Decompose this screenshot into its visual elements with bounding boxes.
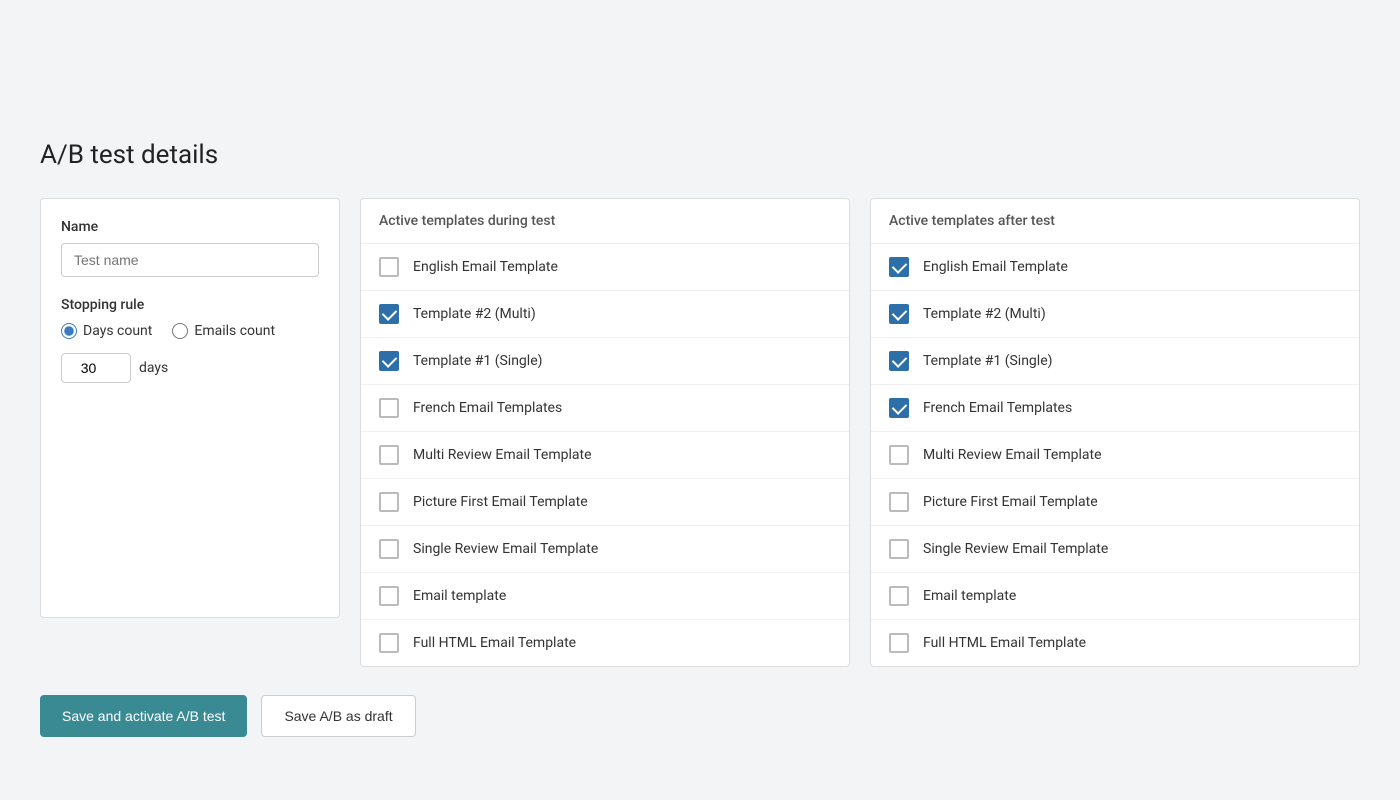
template-checkbox[interactable]: [379, 398, 399, 418]
template-item[interactable]: Picture First Email Template: [871, 479, 1359, 526]
template-checkbox[interactable]: [889, 539, 909, 559]
template-item[interactable]: Single Review Email Template: [361, 526, 849, 573]
buttons-row: Save and activate A/B test Save A/B as d…: [40, 695, 1360, 737]
template-checkbox[interactable]: [379, 351, 399, 371]
stopping-rule-section: Stopping rule Days count Emails count da…: [61, 297, 319, 383]
template-checkbox[interactable]: [379, 633, 399, 653]
template-checkbox[interactable]: [379, 445, 399, 465]
test-name-input[interactable]: [61, 243, 319, 277]
template-checkbox[interactable]: [889, 586, 909, 606]
template-checkbox[interactable]: [889, 351, 909, 371]
template-item[interactable]: Multi Review Email Template: [871, 432, 1359, 479]
template-name: Full HTML Email Template: [413, 635, 576, 651]
radio-days-label: Days count: [83, 323, 152, 339]
template-name: Single Review Email Template: [413, 541, 598, 557]
template-name: Email template: [923, 588, 1016, 604]
template-checkbox[interactable]: [379, 539, 399, 559]
template-name: Picture First Email Template: [413, 494, 588, 510]
active-during-title: Active templates during test: [361, 199, 849, 244]
template-name: French Email Templates: [413, 400, 562, 416]
active-after-list: English Email Template Template #2 (Multi…: [871, 244, 1359, 666]
template-item[interactable]: French Email Templates: [871, 385, 1359, 432]
template-name: Multi Review Email Template: [923, 447, 1102, 463]
template-name: Email template: [413, 588, 506, 604]
template-checkbox[interactable]: [379, 586, 399, 606]
save-draft-button[interactable]: Save A/B as draft: [261, 695, 415, 737]
template-name: Template #2 (Multi): [413, 306, 536, 322]
template-checkbox[interactable]: [889, 304, 909, 324]
template-item[interactable]: Template #1 (Single): [361, 338, 849, 385]
days-input-row: days: [61, 353, 319, 383]
template-checkbox[interactable]: [379, 304, 399, 324]
page-title: A/B test details: [40, 140, 1360, 170]
radio-days-count[interactable]: Days count: [61, 323, 152, 339]
template-checkbox[interactable]: [889, 257, 909, 277]
template-name: French Email Templates: [923, 400, 1072, 416]
left-panel: Name Stopping rule Days count Emails cou…: [40, 198, 340, 618]
template-item[interactable]: Template #2 (Multi): [871, 291, 1359, 338]
name-label: Name: [61, 219, 319, 235]
template-item[interactable]: Full HTML Email Template: [871, 620, 1359, 666]
main-layout: Name Stopping rule Days count Emails cou…: [40, 198, 1360, 667]
template-item[interactable]: Multi Review Email Template: [361, 432, 849, 479]
stopping-rule-label: Stopping rule: [61, 297, 319, 313]
template-name: Picture First Email Template: [923, 494, 1098, 510]
template-name: Single Review Email Template: [923, 541, 1108, 557]
radio-group: Days count Emails count: [61, 323, 319, 339]
template-checkbox[interactable]: [889, 445, 909, 465]
template-item[interactable]: Email template: [361, 573, 849, 620]
template-checkbox[interactable]: [379, 492, 399, 512]
template-item[interactable]: Email template: [871, 573, 1359, 620]
template-checkbox[interactable]: [889, 398, 909, 418]
days-unit: days: [139, 360, 168, 376]
template-item[interactable]: Full HTML Email Template: [361, 620, 849, 666]
template-name: Multi Review Email Template: [413, 447, 592, 463]
template-name: English Email Template: [923, 259, 1068, 275]
template-item[interactable]: English Email Template: [871, 244, 1359, 291]
save-activate-button[interactable]: Save and activate A/B test: [40, 695, 247, 737]
template-name: Template #1 (Single): [923, 353, 1053, 369]
template-checkbox[interactable]: [379, 257, 399, 277]
template-checkbox[interactable]: [889, 633, 909, 653]
template-item[interactable]: French Email Templates: [361, 385, 849, 432]
template-name: Template #2 (Multi): [923, 306, 1046, 322]
active-after-title: Active templates after test: [871, 199, 1359, 244]
template-name: English Email Template: [413, 259, 558, 275]
template-name: Template #1 (Single): [413, 353, 543, 369]
template-item[interactable]: Template #2 (Multi): [361, 291, 849, 338]
days-number-input[interactable]: [61, 353, 131, 383]
template-item[interactable]: Template #1 (Single): [871, 338, 1359, 385]
active-during-list: English Email Template Template #2 (Multi…: [361, 244, 849, 666]
template-item[interactable]: Picture First Email Template: [361, 479, 849, 526]
template-item[interactable]: English Email Template: [361, 244, 849, 291]
active-after-panel: Active templates after test English Emai…: [870, 198, 1360, 667]
template-checkbox[interactable]: [889, 492, 909, 512]
template-item[interactable]: Single Review Email Template: [871, 526, 1359, 573]
template-name: Full HTML Email Template: [923, 635, 1086, 651]
radio-emails-label: Emails count: [194, 323, 275, 339]
radio-emails-count[interactable]: Emails count: [172, 323, 275, 339]
active-during-panel: Active templates during test English Ema…: [360, 198, 850, 667]
